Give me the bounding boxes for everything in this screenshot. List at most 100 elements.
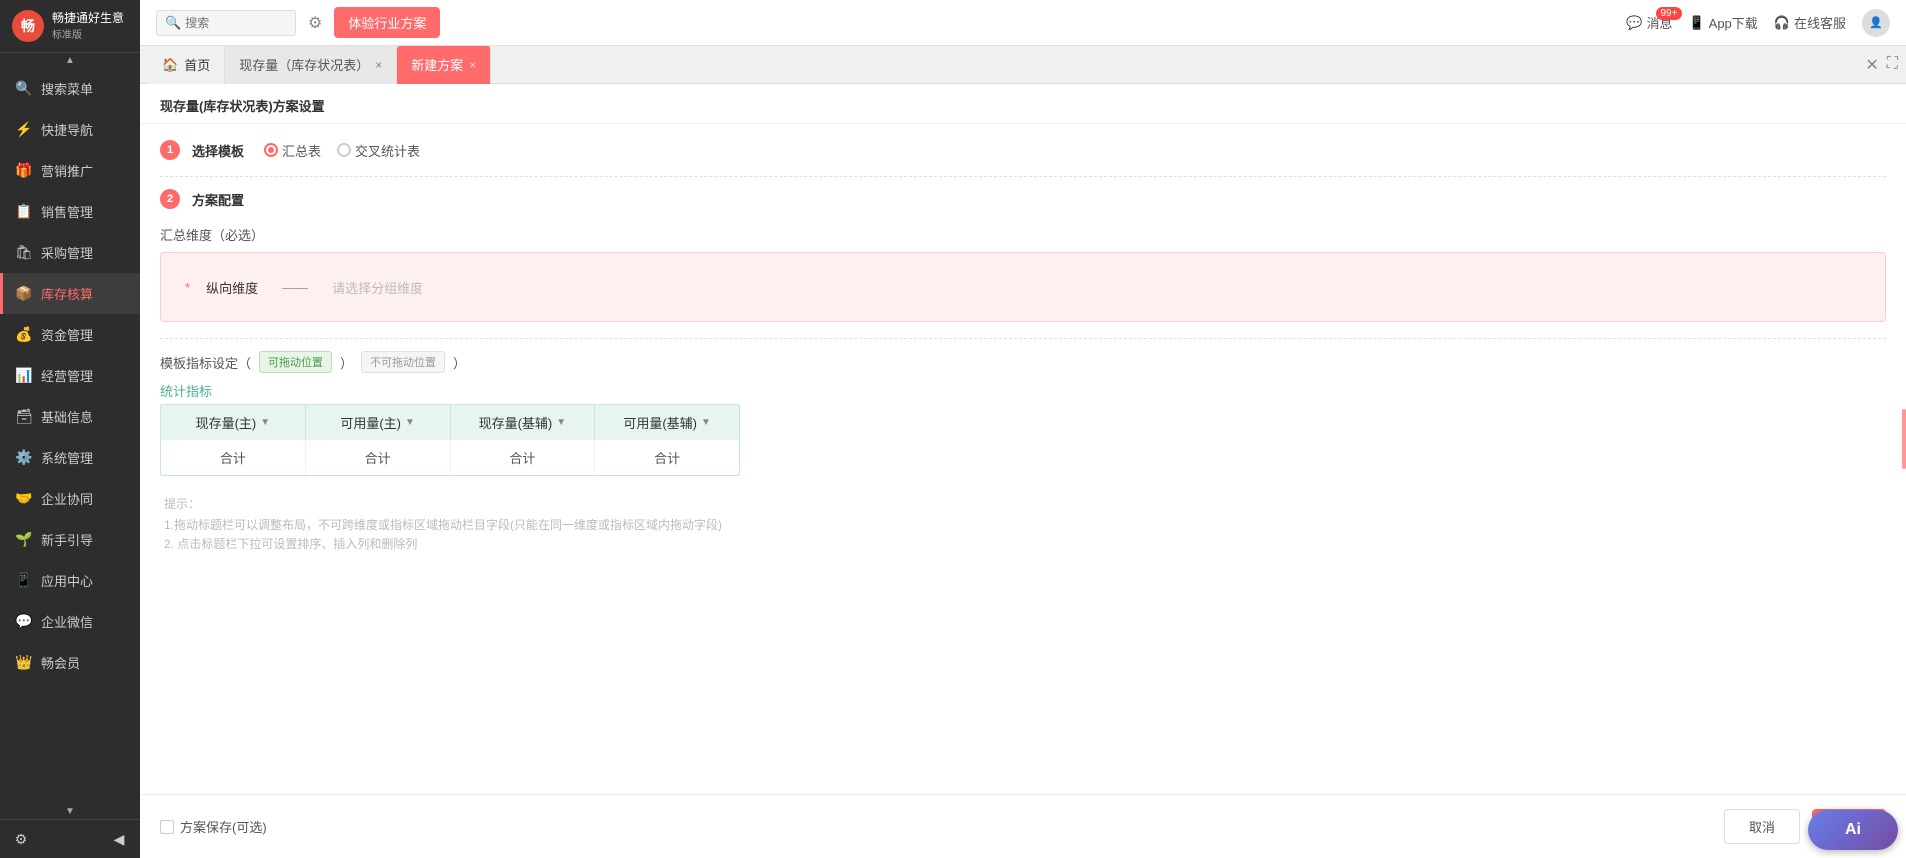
- nav-icon-operations: 📊: [15, 367, 33, 385]
- user-avatar[interactable]: 👤: [1862, 9, 1890, 37]
- stats-data-1: 合计: [306, 440, 451, 475]
- window-close-btn[interactable]: ✕: [1865, 55, 1878, 75]
- stats-col-1[interactable]: 可用量(主)▼: [306, 405, 451, 440]
- nav-label-system: 系统管理: [41, 448, 93, 467]
- tip-item-0: 1.拖动标题栏可以调整布局，不可跨维度或指标区域拖动栏目字段(只能在同一维度或指…: [164, 516, 1882, 535]
- nav-icon-finance: 💰: [15, 326, 33, 344]
- sidebar-item-finance[interactable]: 💰资金管理: [0, 314, 140, 355]
- nav-label-basic: 基础信息: [41, 407, 93, 426]
- nav-label-member: 畅会员: [41, 653, 80, 672]
- tab-inventory-close-icon[interactable]: ×: [375, 58, 382, 72]
- nav-icon-wechat: 💬: [15, 613, 33, 631]
- tabs-bar: 🏠 首页 现存量（库存状况表） × 新建方案 × ✕ ⛶: [140, 46, 1906, 84]
- page-title: 现存量(库存状况表)方案设置: [140, 84, 1906, 124]
- sidebar-item-wechat[interactable]: 💬 企业微信: [0, 601, 140, 642]
- dimension-required-mark: *: [185, 280, 190, 295]
- stats-table-title: 统计指标: [160, 381, 1886, 400]
- tab-new-plan-close-icon[interactable]: ×: [469, 58, 476, 72]
- search-icon: 🔍: [165, 15, 181, 31]
- sidebar-item-purchase[interactable]: 🛍采购管理: [0, 232, 140, 273]
- tips-area: 提示： 1.拖动标题栏可以调整布局，不可跨维度或指标区域拖动栏目字段(只能在同一…: [160, 495, 1886, 554]
- dimension-field-label: 汇总维度（必选）: [160, 225, 1886, 244]
- search-input[interactable]: [185, 16, 285, 30]
- stats-col-3[interactable]: 可用量(基辅) ▼: [595, 405, 739, 440]
- stats-col-0[interactable]: 现存量(主)▼: [161, 405, 306, 440]
- sidebar-item-marketing[interactable]: 🎁营销推广: [0, 150, 140, 191]
- topbar-service[interactable]: 🎧 在线客服: [1774, 13, 1846, 32]
- tab-home[interactable]: 🏠 首页: [148, 46, 225, 84]
- nav-label-wechat: 企业微信: [41, 612, 93, 631]
- sidebar-nav: 🔍搜索菜单⚡快捷导航🎁营销推广📋销售管理🛍采购管理📦库存核算💰资金管理📊经营管理…: [0, 68, 140, 804]
- stats-data-row: 合计合计合计合计: [161, 440, 739, 475]
- radio-cross[interactable]: 交叉统计表: [337, 141, 420, 160]
- settings-icon[interactable]: ⚙: [12, 830, 30, 848]
- radio-cross-label: 交叉统计表: [355, 141, 420, 160]
- sidebar-scroll-up[interactable]: ▲: [0, 53, 140, 68]
- stats-table: 统计指标 现存量(主)▼可用量(主)▼现存量(基辅)▼可用量(基辅)▼ 合计合计…: [160, 381, 1886, 479]
- stats-data-0: 合计: [161, 440, 306, 475]
- dimension-placeholder: 请选择分组维度: [332, 278, 423, 297]
- stats-data-2: 合计: [451, 440, 596, 475]
- headset-icon: 🎧: [1774, 15, 1790, 31]
- phone-icon: 📱: [1688, 15, 1704, 31]
- movable-badge: 可拖动位置: [259, 351, 332, 373]
- sidebar-item-quick-nav[interactable]: ⚡快捷导航: [0, 109, 140, 150]
- sidebar-item-app-center[interactable]: 📱应用中心: [0, 560, 140, 601]
- step1-label: 选择模板: [192, 141, 244, 160]
- window-expand-btn[interactable]: ⛶: [1887, 55, 1898, 75]
- radio-summary[interactable]: 汇总表: [264, 141, 321, 160]
- collapse-icon[interactable]: ◀: [110, 830, 128, 848]
- stats-col-label-3: 可用量(基辅): [623, 413, 697, 432]
- cancel-button[interactable]: 取消: [1724, 809, 1800, 844]
- app-logo-text: 畅捷通好生意 标准版: [52, 11, 124, 42]
- col-dropdown-2[interactable]: ▼: [556, 417, 566, 428]
- sidebar-scroll-down[interactable]: ▼: [0, 804, 140, 819]
- indicator-settings-label: 模板指标设定（ 可拖动位置 ） 不可拖动位置 ）: [160, 351, 1886, 373]
- step-divider-1: [160, 176, 1886, 177]
- tab-inventory-status[interactable]: 现存量（库存状况表） ×: [225, 46, 397, 84]
- nav-icon-newbie: 🌱: [15, 531, 33, 549]
- topbar: 🔍 ⚙ 体验行业方案 💬 消息 99+ 📱 App下载 🎧 在线客服 👤: [140, 0, 1906, 46]
- nav-icon-marketing: 🎁: [15, 162, 33, 180]
- nav-label-sales: 销售管理: [41, 202, 93, 221]
- sidebar-item-operations[interactable]: 📊经营管理: [0, 355, 140, 396]
- topbar-messages[interactable]: 💬 消息 99+: [1626, 13, 1672, 32]
- dimension-dash: ——: [282, 280, 308, 295]
- sidebar-item-system[interactable]: ⚙️系统管理: [0, 437, 140, 478]
- sidebar-item-member[interactable]: 👑 畅会员: [0, 642, 140, 683]
- ai-float-button[interactable]: Ai: [1808, 810, 1898, 850]
- scroll-indicator: [1902, 409, 1906, 469]
- sidebar-item-enterprise[interactable]: 🤝企业协同: [0, 478, 140, 519]
- stats-col-label-2: 现存量(基辅): [479, 413, 553, 432]
- tab-new-plan[interactable]: 新建方案 ×: [397, 46, 491, 84]
- col-dropdown-0[interactable]: ▼: [260, 417, 270, 428]
- sidebar-item-search[interactable]: 🔍搜索菜单: [0, 68, 140, 109]
- form-section: 1 选择模板 汇总表 交叉统计表 2 方案配置: [140, 124, 1906, 570]
- col-dropdown-3[interactable]: ▼: [701, 417, 711, 428]
- sidebar-item-inventory[interactable]: 📦库存核算: [0, 273, 140, 314]
- save-option: 方案保存(可选): [160, 817, 267, 836]
- stats-col-2[interactable]: 现存量(基辅)▼: [451, 405, 596, 440]
- sidebar-item-newbie[interactable]: 🌱 新手引导: [0, 519, 140, 560]
- nav-label-newbie: 新手引导: [41, 530, 93, 549]
- nav-icon-member: 👑: [15, 654, 33, 672]
- topbar-gear-icon[interactable]: ⚙: [308, 13, 322, 33]
- tips-title: 提示：: [164, 495, 1882, 512]
- col-dropdown-1[interactable]: ▼: [405, 417, 415, 428]
- nav-label-enterprise: 企业协同: [41, 489, 93, 508]
- message-icon: 💬: [1626, 15, 1642, 31]
- vertical-dimension-label: 纵向维度: [206, 278, 258, 297]
- nav-label-quick-nav: 快捷导航: [41, 120, 93, 139]
- sidebar-item-sales[interactable]: 📋销售管理: [0, 191, 140, 232]
- sidebar: 畅 畅捷通好生意 标准版 ▲ 🔍搜索菜单⚡快捷导航🎁营销推广📋销售管理🛍采购管理…: [0, 0, 140, 858]
- main-container: 🔍 ⚙ 体验行业方案 💬 消息 99+ 📱 App下载 🎧 在线客服 👤: [140, 0, 1906, 858]
- dimension-area[interactable]: * 纵向维度 —— 请选择分组维度: [160, 252, 1886, 322]
- sidebar-item-basic[interactable]: 🗃 基础信息: [0, 396, 140, 437]
- topbar-app-download[interactable]: 📱 App下载: [1688, 13, 1757, 32]
- nav-label-inventory: 库存核算: [41, 284, 93, 303]
- footer-bar: 方案保存(可选) 取消 查询: [140, 794, 1906, 858]
- save-checkbox[interactable]: [160, 820, 174, 834]
- industry-btn[interactable]: 体验行业方案: [334, 7, 440, 38]
- nav-icon-basic: 🗃: [15, 408, 33, 426]
- topbar-search[interactable]: 🔍: [156, 10, 296, 36]
